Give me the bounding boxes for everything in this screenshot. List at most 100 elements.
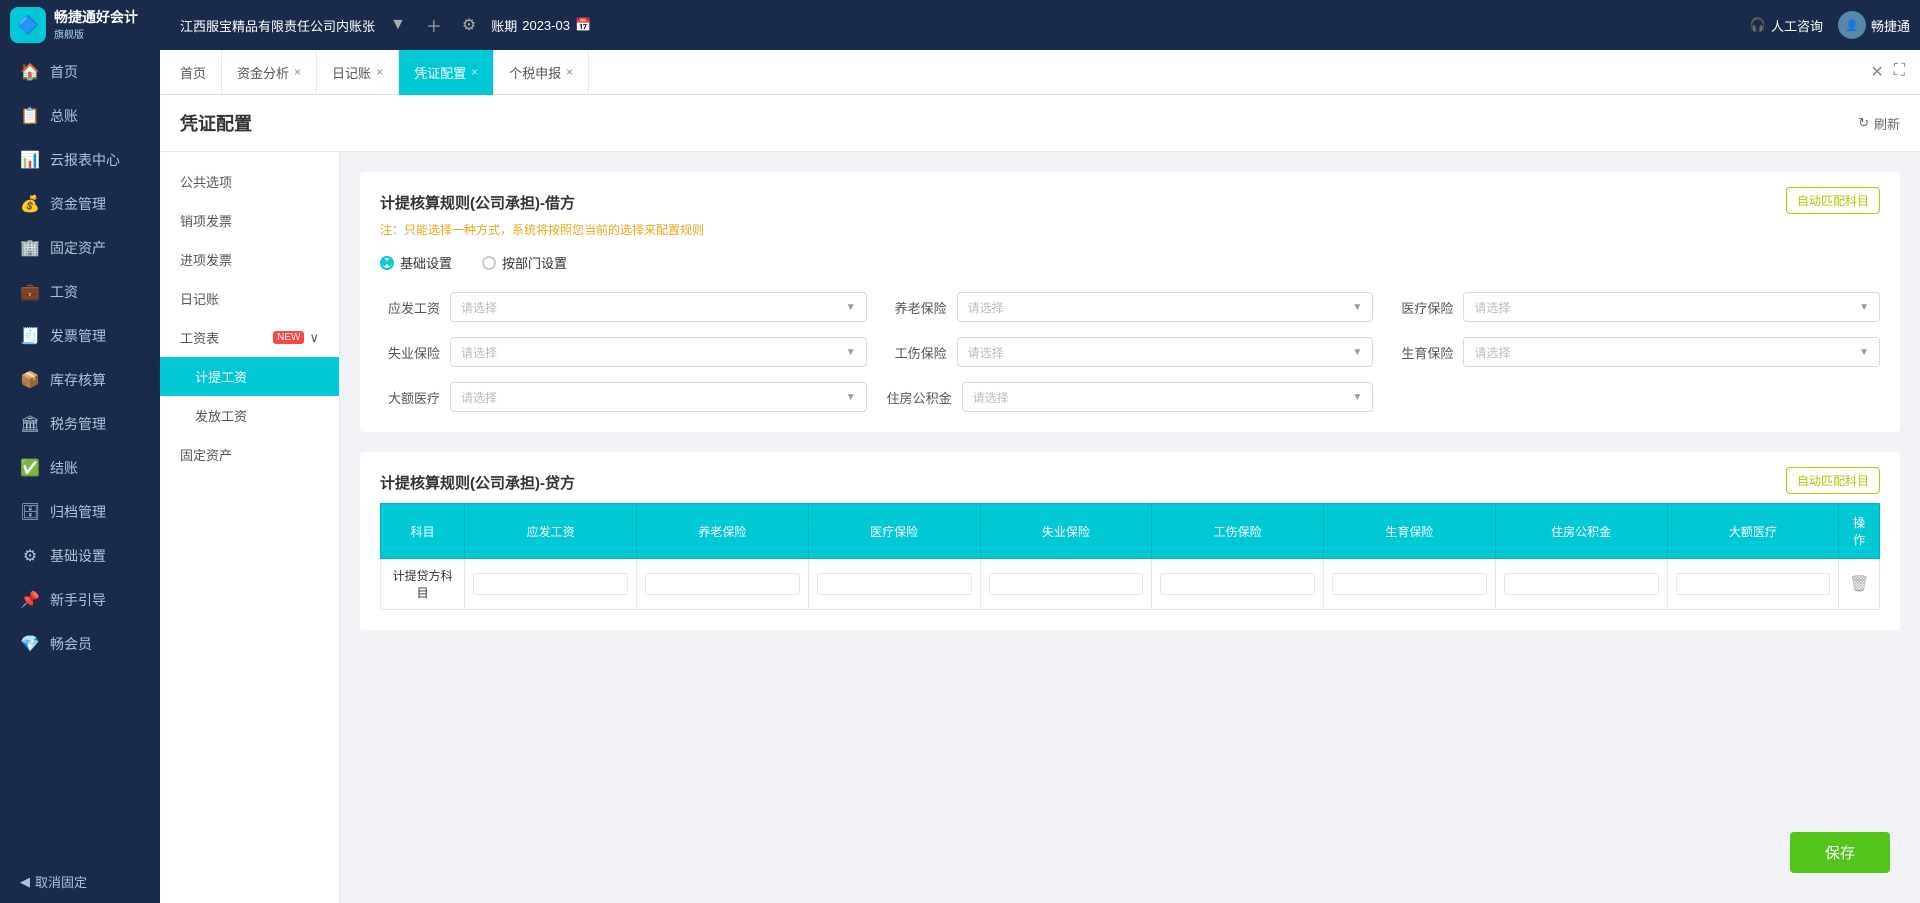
avatar: 👤 <box>1838 11 1866 39</box>
menu-item-calc-salary[interactable]: 计提工资 <box>160 357 339 396</box>
sidebar-label-tax: 税务管理 <box>50 414 106 434</box>
user-info[interactable]: 👤 畅捷通 <box>1838 11 1910 39</box>
sidebar-item-inventory[interactable]: 📦 库存核算 <box>0 358 160 402</box>
tab-voucher[interactable]: 凭证配置 × <box>399 50 494 95</box>
cancel-fixed-button[interactable]: ◀ 取消固定 <box>0 860 160 903</box>
dropdown-icon[interactable]: ▼ <box>390 16 406 34</box>
refresh-button[interactable]: ↻ 刷新 <box>1858 114 1900 133</box>
sidebar-label-checkout: 结账 <box>50 458 78 478</box>
td-injury-val[interactable] <box>1152 559 1324 610</box>
select-maternity[interactable]: 请选择 ▼ <box>1463 337 1880 367</box>
select-large-medical-arrow: ▼ <box>846 392 856 403</box>
td-pension-val[interactable] <box>637 559 809 610</box>
select-medical[interactable]: 请选择 ▼ <box>1463 292 1880 322</box>
radio-dept[interactable]: 按部门设置 <box>482 253 567 272</box>
menu-item-sales[interactable]: 销项发票 <box>160 201 339 240</box>
service-button[interactable]: 🎧 人工咨询 <box>1750 16 1823 35</box>
menu-item-public[interactable]: 公共选项 <box>160 162 339 201</box>
menu-item-purchase[interactable]: 进项发票 <box>160 240 339 279</box>
sidebar-item-settings[interactable]: ⚙ 基础设置 <box>0 534 160 578</box>
main-area: 🏠 首页 📋 总账 📊 云报表中心 💰 资金管理 🏢 固定资产 💼 工资 <box>0 50 1920 903</box>
expand-icon[interactable]: ∨ <box>309 330 319 346</box>
input-housing-val[interactable] <box>1504 573 1659 595</box>
input-maternity-val[interactable] <box>1332 573 1487 595</box>
sidebar-item-assets[interactable]: 🏢 固定资产 <box>0 226 160 270</box>
sidebar-item-vip[interactable]: 💎 畅会员 <box>0 622 160 666</box>
service-label: 人工咨询 <box>1771 16 1823 35</box>
topbar-middle: 江西服宝精品有限责任公司内账张 ▼ ＋ ⚙ 账期 2023-03 📅 <box>165 13 1750 37</box>
sidebar-item-tax[interactable]: 🏛 税务管理 <box>0 402 160 446</box>
refresh-icon: ↻ <box>1858 115 1869 131</box>
period-value[interactable]: 2023-03 <box>522 18 570 33</box>
sidebar-item-home[interactable]: 🏠 首页 <box>0 50 160 94</box>
period-label: 账期 <box>491 16 517 35</box>
th-housing: 住房公积金 <box>1495 504 1667 559</box>
menu-item-salary-table[interactable]: 工资表 NEW ∨ <box>160 318 339 357</box>
expand-tab-button[interactable]: ⛶ <box>1894 62 1905 82</box>
td-unemployment-val[interactable] <box>980 559 1152 610</box>
tab-fund-close[interactable]: × <box>294 65 301 79</box>
tab-journal[interactable]: 日记账 × <box>317 50 399 95</box>
sidebar-item-archive[interactable]: 🗄 归档管理 <box>0 490 160 534</box>
menu-item-pay-salary[interactable]: 发放工资 <box>160 396 339 435</box>
select-salary[interactable]: 请选择 ▼ <box>450 292 867 322</box>
sidebar-item-salary[interactable]: 💼 工资 <box>0 270 160 314</box>
auto-match-debit-button[interactable]: 自动匹配科目 <box>1786 187 1880 214</box>
td-medical-val[interactable] <box>808 559 980 610</box>
add-icon[interactable]: ＋ <box>426 13 442 37</box>
input-pension-val[interactable] <box>645 573 800 595</box>
save-btn-bar: 保存 <box>1790 832 1890 873</box>
save-button[interactable]: 保存 <box>1790 832 1890 873</box>
sidebar-item-fund[interactable]: 💰 资金管理 <box>0 182 160 226</box>
sidebar-label-archive: 归档管理 <box>50 502 106 522</box>
company-name[interactable]: 江西服宝精品有限责任公司内账张 <box>180 16 375 35</box>
input-large-medical-val[interactable] <box>1676 573 1831 595</box>
settings-icon[interactable]: ⚙ <box>462 15 476 35</box>
sidebar-item-ledger[interactable]: 📋 总账 <box>0 94 160 138</box>
tab-fund[interactable]: 资金分析 × <box>222 50 317 95</box>
inventory-icon: 📦 <box>20 370 40 390</box>
td-operation[interactable]: 🗑 <box>1839 559 1880 610</box>
menu-label-sales: 销项发票 <box>180 211 232 230</box>
menu-label-purchase: 进项发票 <box>180 250 232 269</box>
menu-item-fixed-assets[interactable]: 固定资产 <box>160 435 339 474</box>
td-large-medical-val[interactable] <box>1667 559 1839 610</box>
tab-voucher-close[interactable]: × <box>471 65 478 79</box>
input-medical-val[interactable] <box>817 573 972 595</box>
select-large-medical[interactable]: 请选择 ▼ <box>450 382 867 412</box>
sidebar-item-invoice[interactable]: 🧾 发票管理 <box>0 314 160 358</box>
input-unemployment-val[interactable] <box>989 573 1144 595</box>
sidebar-item-checkout[interactable]: ✅ 结账 <box>0 446 160 490</box>
sidebar-item-reports[interactable]: 📊 云报表中心 <box>0 138 160 182</box>
input-salary-val[interactable] <box>473 573 628 595</box>
td-salary-val[interactable] <box>465 559 637 610</box>
tab-bar: 首页 资金分析 × 日记账 × 凭证配置 × 个税申报 × <box>160 50 1920 95</box>
select-housing[interactable]: 请选择 ▼ <box>962 382 1374 412</box>
select-unemployment-arrow: ▼ <box>846 347 856 358</box>
close-tab-button[interactable]: ✕ <box>1870 62 1883 82</box>
th-injury: 工伤保险 <box>1152 504 1324 559</box>
credit-section: 自动匹配科目 计提核算规则(公司承担)-贷方 科目 应发工资 养老保险 医疗保险 <box>360 452 1900 630</box>
menu-item-journal[interactable]: 日记账 <box>160 279 339 318</box>
sidebar-item-guide[interactable]: 📌 新手引导 <box>0 578 160 622</box>
radio-circle-basic <box>380 256 394 270</box>
select-pension[interactable]: 请选择 ▼ <box>957 292 1374 322</box>
tab-tax[interactable]: 个税申报 × <box>494 50 589 95</box>
td-maternity-val[interactable] <box>1324 559 1496 610</box>
auto-match-credit-button[interactable]: 自动匹配科目 <box>1786 467 1880 494</box>
select-injury[interactable]: 请选择 ▼ <box>957 337 1374 367</box>
calendar-icon[interactable]: 📅 <box>575 17 591 33</box>
label-medical: 医疗保险 <box>1393 298 1453 317</box>
tab-home[interactable]: 首页 <box>165 50 222 95</box>
select-unemployment-placeholder: 请选择 <box>461 344 497 361</box>
td-housing-val[interactable] <box>1495 559 1667 610</box>
app-name: 畅捷通好会计 <box>54 9 138 26</box>
tab-journal-close[interactable]: × <box>376 65 383 79</box>
input-injury-val[interactable] <box>1160 573 1315 595</box>
select-unemployment[interactable]: 请选择 ▼ <box>450 337 867 367</box>
new-badge: NEW <box>273 331 304 344</box>
archive-icon: 🗄 <box>20 502 40 522</box>
select-injury-placeholder: 请选择 <box>968 344 1004 361</box>
radio-basic[interactable]: 基础设置 <box>380 253 452 272</box>
tab-tax-close[interactable]: × <box>566 65 573 79</box>
